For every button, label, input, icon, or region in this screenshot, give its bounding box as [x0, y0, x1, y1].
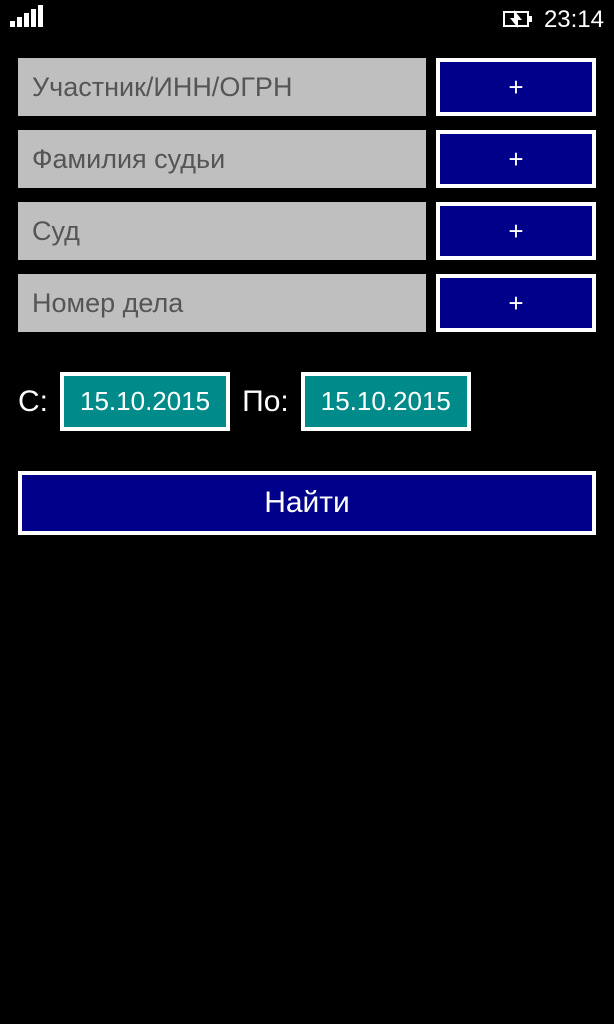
case-number-input[interactable]	[18, 274, 426, 332]
court-input[interactable]	[18, 202, 426, 260]
case-number-row: +	[18, 274, 596, 332]
status-time: 23:14	[544, 6, 604, 34]
date-range-row: С: 15.10.2015 По: 15.10.2015	[18, 372, 596, 431]
signal-icon	[10, 5, 43, 35]
court-row: +	[18, 202, 596, 260]
judge-input[interactable]	[18, 130, 426, 188]
date-to-picker[interactable]: 15.10.2015	[301, 372, 471, 431]
add-court-button[interactable]: +	[436, 202, 596, 260]
add-case-number-button[interactable]: +	[436, 274, 596, 332]
search-form: + + + + С: 15.10.2015 По: 15.10.2015 Най…	[0, 40, 614, 535]
date-from-picker[interactable]: 15.10.2015	[60, 372, 230, 431]
date-from-label: С:	[18, 385, 48, 419]
judge-row: +	[18, 130, 596, 188]
participant-row: +	[18, 58, 596, 116]
battery-icon	[502, 8, 534, 33]
add-participant-button[interactable]: +	[436, 58, 596, 116]
participant-input[interactable]	[18, 58, 426, 116]
date-to-label: По:	[242, 385, 289, 419]
search-button[interactable]: Найти	[18, 471, 596, 535]
add-judge-button[interactable]: +	[436, 130, 596, 188]
status-bar: 23:14	[0, 0, 614, 40]
